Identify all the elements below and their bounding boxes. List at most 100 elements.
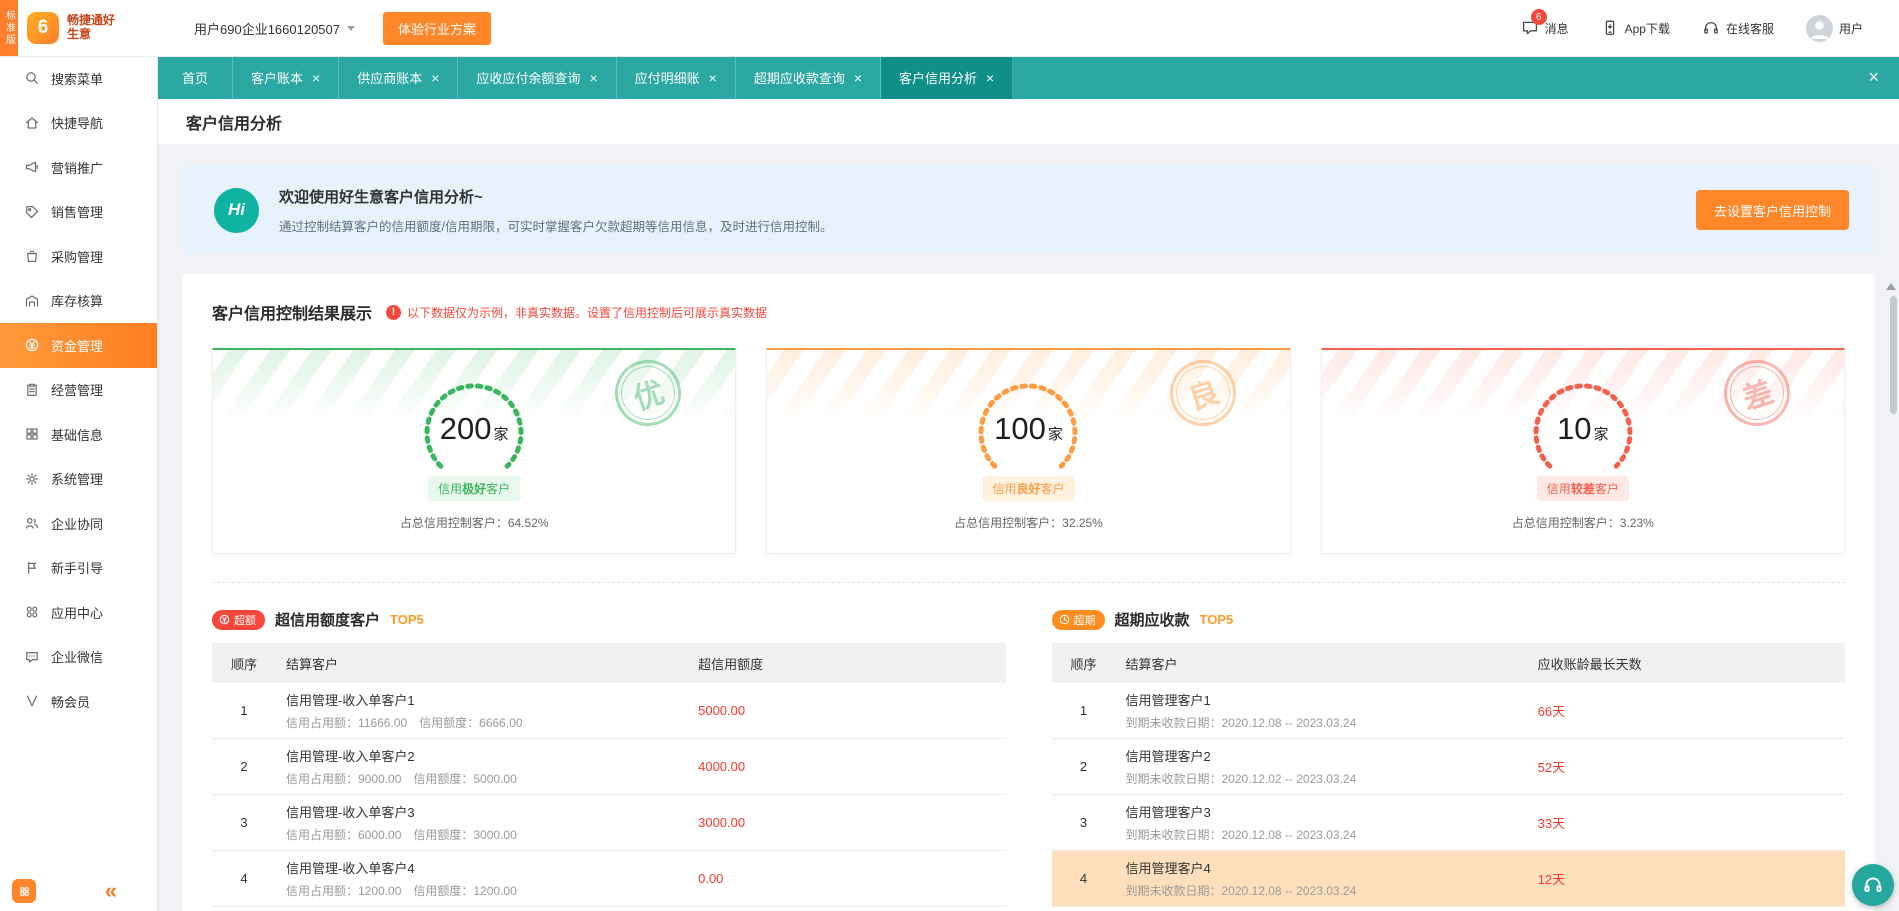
account-switcher[interactable]: 用户690企业1660120507 [194, 19, 355, 38]
stat-caption: 占总信用控制客户：3.23% [1511, 516, 1654, 530]
flag-icon [27, 561, 37, 574]
credit-level-badge: 信用较差客户 [1536, 476, 1629, 501]
row-index: 3 [212, 794, 276, 851]
overdue-days-value: 52天 [1527, 738, 1845, 795]
tab-ap-detail[interactable]: 应付明细账 × [617, 56, 736, 99]
over-limit-value: 4000.00 [688, 738, 1006, 795]
credit-result-card: 客户信用控制结果展示 ! 以下数据仅为示例，非真实数据。设置了信用控制后可展示真… [182, 274, 1875, 911]
collapse-sidebar-icon[interactable]: « [105, 880, 117, 902]
credit-gauge-excellent: 200 家 [415, 374, 533, 480]
customer-name: 信用管理客户1 [1125, 693, 1211, 708]
table-row[interactable]: 3 信用管理-收入单客户3 信用占用额：6000.00 信用额度：3000.00 … [212, 794, 1006, 851]
scroll-up-arrow-icon[interactable] [1886, 283, 1896, 290]
tab-close-icon[interactable]: × [589, 71, 597, 85]
table-row-highlighted[interactable]: 4 信用管理客户4 到期未收款日期：2020.12.08 -- 2023.03.2… [1051, 850, 1845, 907]
sidebar-item-quick-nav[interactable]: 快捷导航 [0, 101, 157, 146]
customer-name: 信用管理-收入单客户1 [286, 693, 415, 708]
sidebar-item-sales[interactable]: 销售管理 [0, 190, 157, 235]
tab-customer-ledger[interactable]: 客户账本 × [233, 56, 340, 99]
sidebar-item-label: 快捷导航 [51, 116, 104, 132]
messages-item[interactable]: 6 消息 [1521, 9, 1569, 37]
sidebar-item-base-info[interactable]: 基础信息 [0, 412, 157, 457]
setup-credit-control-button[interactable]: 去设置客户信用控制 [1695, 190, 1849, 230]
credit-gauge-good: 100 家 [969, 374, 1087, 480]
customer-detail: 到期未收款日期：2020.12.08 -- 2023.03.24 [1125, 828, 1357, 842]
sidebar-item-wechat[interactable]: 企业微信 [0, 635, 157, 680]
sidebar-item-funds[interactable]: 资金管理 [0, 323, 157, 368]
sidebar-item-guide[interactable]: 新手引导 [0, 546, 157, 591]
tab-close-icon[interactable]: × [312, 71, 320, 85]
account-label: 用户690企业1660120507 [194, 21, 340, 37]
sidebar-item-system[interactable]: 系统管理 [0, 457, 157, 502]
sidebar-item-purchase[interactable]: 采购管理 [0, 234, 157, 279]
tab-supplier-ledger[interactable]: 供应商账本 × [339, 56, 459, 99]
support-float-button[interactable] [1852, 864, 1894, 906]
tab-overdue-ar-query[interactable]: 超期应收款查询 × [736, 56, 882, 99]
credit-level-badge: 信用极好客户 [428, 476, 521, 501]
customer-cell: 信用管理客户4 到期未收款日期：2020.12.08 -- 2023.03.24 [1115, 850, 1528, 907]
customer-cell: 信用管理客户5到期未收款日期：2020.12.08 -- 2023.03.24 [1115, 906, 1528, 911]
tab-ar-ap-balance[interactable]: 应收应付余额查询 × [458, 56, 617, 99]
customer-cell: 信用管理-收入单客户2 信用占用额：9000.00 信用额度：5000.00 [276, 738, 689, 795]
table-row[interactable]: 5 信用管理-收入单客户5信用占用额：0.00 信用额度：1000.00 -10… [212, 906, 1006, 911]
home-icon [25, 117, 39, 129]
overdue-badge: 超期 [1051, 609, 1105, 630]
over-limit-value: 3000.00 [688, 794, 1006, 851]
chat-bubble-icon [26, 651, 38, 663]
sidebar-item-operations[interactable]: 经营管理 [0, 368, 157, 413]
sidebar-item-marketing[interactable]: 营销推广 [0, 145, 157, 190]
app-download-item[interactable]: App下载 [1601, 19, 1670, 37]
customer-cell: 信用管理客户3 到期未收款日期：2020.12.08 -- 2023.03.24 [1115, 794, 1528, 851]
badge-label: 超额 [234, 614, 256, 627]
customer-cell: 信用管理-收入单客户5信用占用额：0.00 信用额度：1000.00 [276, 906, 689, 911]
clipboard-icon [27, 383, 37, 396]
online-support-item[interactable]: 在线客服 [1702, 19, 1774, 37]
customer-detail: 到期未收款日期：2020.12.08 -- 2023.03.24 [1125, 884, 1357, 898]
tab-close-icon[interactable]: × [431, 71, 439, 85]
online-support-label: 在线客服 [1725, 21, 1774, 36]
sidebar-item-label: 企业协同 [51, 516, 104, 532]
brand-logo: 6 畅捷通好生意 [0, 12, 158, 44]
tab-close-icon[interactable]: × [709, 71, 717, 85]
overlimit-table: 顺序 结算客户 超信用额度 1 信用管理-收入单客户1 信用占用额：11666.0… [212, 643, 1006, 911]
table-head: 超期 超期应收款 TOP5 [1051, 609, 1846, 630]
sidebar-item-collaboration[interactable]: 企业协同 [0, 501, 157, 546]
tab-close-icon[interactable]: × [854, 71, 862, 85]
close-all-tabs-icon[interactable]: × [1848, 56, 1899, 99]
sidebar-item-search[interactable]: 搜索菜单 [0, 56, 157, 101]
sidebar-item-app-center[interactable]: 应用中心 [0, 590, 157, 635]
tab-label: 客户账本 [251, 71, 304, 86]
sidebar-item-member[interactable]: 畅会员 [0, 679, 157, 724]
table-row[interactable]: 1 信用管理客户1 到期未收款日期：2020.12.08 -- 2023.03.2… [1051, 683, 1845, 739]
hi-badge-icon: Hi [214, 187, 259, 233]
scrollbar-thumb[interactable] [1890, 296, 1897, 414]
sidebar-item-label: 畅会员 [51, 694, 91, 710]
badge-post: 客户 [486, 482, 511, 496]
sidebar-item-label: 营销推广 [51, 160, 104, 176]
table-row[interactable]: 5 信用管理客户5到期未收款日期：2020.12.08 -- 2023.03.2… [1051, 906, 1845, 911]
row-index: 2 [1051, 738, 1116, 795]
tab-close-icon[interactable]: × [986, 71, 994, 85]
sidebar-item-inventory[interactable]: 库存核算 [0, 279, 157, 324]
banner-body: 欢迎使用好生意客户信用分析~ 通过控制结算客户的信用额度/信用期限，可实时掌握客… [279, 186, 832, 235]
tab-home[interactable]: 首页 [158, 56, 234, 99]
table-row[interactable]: 3 信用管理客户3 到期未收款日期：2020.12.08 -- 2023.03.2… [1051, 794, 1845, 851]
stat-unit: 家 [493, 426, 509, 443]
table-row[interactable]: 2 信用管理客户2 到期未收款日期：2020.12.02 -- 2023.03.2… [1051, 738, 1845, 795]
table-row[interactable]: 2 信用管理-收入单客户2 信用占用额：9000.00 信用额度：5000.00 … [212, 738, 1006, 795]
stamp-poor-icon: 差 [1715, 351, 1799, 435]
industry-plan-button[interactable]: 体验行业方案 [383, 11, 492, 45]
dashed-divider [212, 582, 1845, 583]
stat-card-good: 良 100 家 信用良好客户 占总信用控制客户：32.25% [766, 348, 1291, 554]
app-download-label: App下载 [1624, 21, 1670, 36]
row-index: 3 [1051, 794, 1116, 851]
customer-cell: 信用管理客户2 到期未收款日期：2020.12.02 -- 2023.03.24 [1115, 738, 1528, 795]
footer-app-icon[interactable] [12, 879, 36, 903]
tab-customer-credit-analysis[interactable]: 客户信用分析 × [881, 56, 1014, 99]
badge-em: 较差 [1570, 482, 1595, 496]
table-row[interactable]: 4 信用管理-收入单客户4 信用占用额：1200.00 信用额度：1200.00 … [212, 850, 1006, 907]
person-icon [1810, 20, 1829, 39]
headset-icon [1704, 22, 1718, 34]
user-item[interactable]: 用户 [1805, 14, 1863, 42]
table-row[interactable]: 1 信用管理-收入单客户1 信用占用额：11666.00 信用额度：6666.00… [212, 683, 1006, 739]
